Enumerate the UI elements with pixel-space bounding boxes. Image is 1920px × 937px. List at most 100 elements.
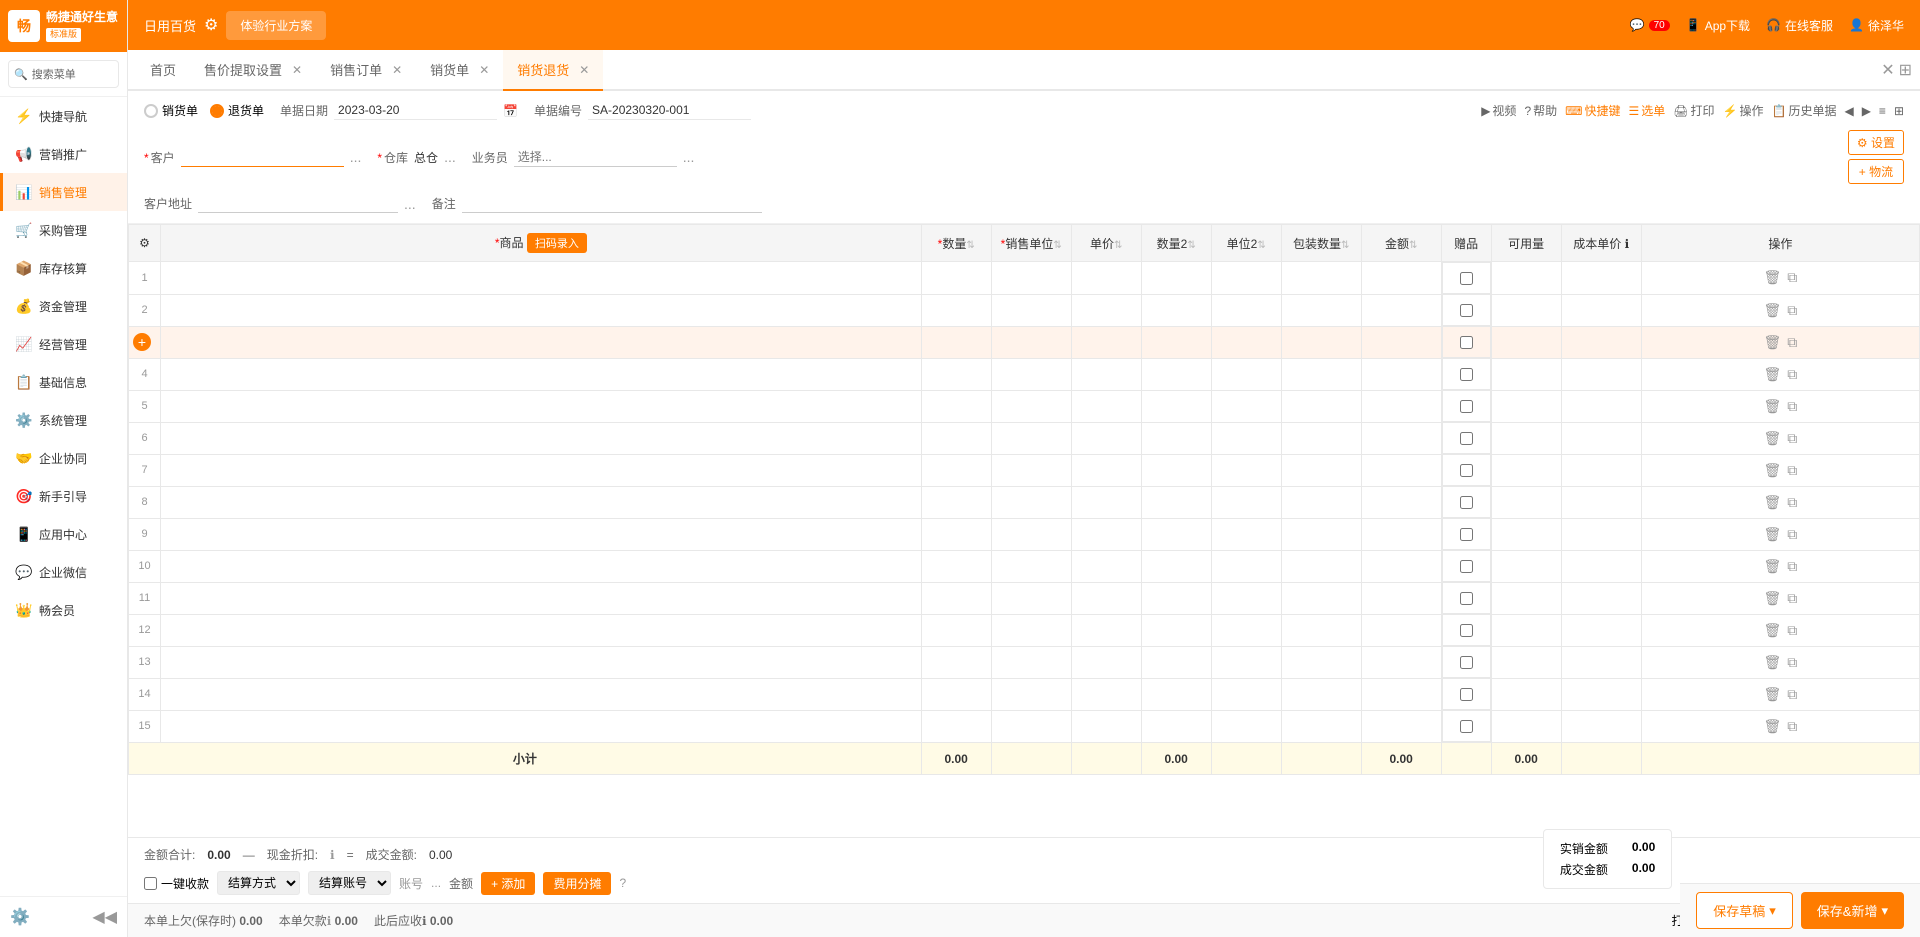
gift-checkbox-8[interactable] [1460, 496, 1473, 509]
delete-row-icon-9[interactable]: 🗑 [1763, 526, 1781, 543]
delete-row-icon-10[interactable]: 🗑 [1763, 558, 1781, 575]
sidebar-item-sales[interactable]: 📊 销售管理 [0, 173, 127, 211]
th-unit2[interactable]: 单位2⇅ [1211, 225, 1281, 262]
add-row-button[interactable]: + [133, 333, 151, 351]
gift-checkbox-14[interactable] [1460, 688, 1473, 701]
delete-row-icon-2[interactable]: 🗑 [1763, 302, 1781, 319]
sidebar-item-basic[interactable]: 📋 基础信息 [0, 363, 127, 401]
next-btn[interactable]: ▶ [1862, 104, 1871, 118]
sidebar-item-enterprise[interactable]: 🤝 企业协同 [0, 439, 127, 477]
save-draft-button[interactable]: 保存草稿 ▾ [1696, 892, 1793, 929]
search-menu-button[interactable]: 🔍 搜索菜单 [8, 60, 119, 88]
gift-checkbox-12[interactable] [1460, 624, 1473, 637]
copy-row-icon-9[interactable]: ⧉ [1787, 526, 1797, 543]
gift-checkbox-15[interactable] [1460, 720, 1473, 733]
delete-row-icon-13[interactable]: 🗑 [1763, 654, 1781, 671]
th-quantity[interactable]: *数量⇅ [921, 225, 991, 262]
sidebar-item-inventory[interactable]: 📦 库存核算 [0, 249, 127, 287]
customer-select-icon[interactable]: ... [350, 149, 362, 165]
warehouse-select-icon[interactable]: ... [444, 149, 456, 165]
operate-btn[interactable]: ⚡ 操作 [1723, 102, 1764, 119]
delete-row-icon-12[interactable]: 🗑 [1763, 622, 1781, 639]
sidebar-settings-button[interactable]: ⚙️ [10, 907, 30, 927]
select-btn[interactable]: ☰ 选单 [1628, 102, 1665, 119]
settings-panel-btn[interactable]: ⚙ 设置 [1848, 130, 1904, 155]
sidebar-item-shortcut[interactable]: ⚡ 快捷导航 [0, 97, 127, 135]
gift-checkbox-6[interactable] [1460, 432, 1473, 445]
grid-view-btn[interactable]: ⊞ [1894, 104, 1904, 118]
copy-row-icon-8[interactable]: ⧉ [1787, 494, 1797, 511]
video-btn[interactable]: ▶ 视频 [1481, 102, 1516, 119]
gift-checkbox-10[interactable] [1460, 560, 1473, 573]
th-gear[interactable]: ⚙ [129, 225, 161, 262]
gift-checkbox-11[interactable] [1460, 592, 1473, 605]
copy-row-icon-4[interactable]: ⧉ [1787, 366, 1797, 383]
delete-row-icon-3[interactable]: 🗑 [1763, 334, 1781, 351]
customer-input[interactable] [181, 148, 344, 167]
tab-sales-return[interactable]: 销货退货 ✕ [503, 50, 603, 91]
delete-row-icon-14[interactable]: 🗑 [1763, 686, 1781, 703]
gift-checkbox-5[interactable] [1460, 400, 1473, 413]
product-input-row3[interactable] [165, 335, 917, 349]
salesperson-input[interactable] [514, 148, 677, 167]
address-select-icon[interactable]: ... [404, 196, 416, 212]
sidebar-collapse-button[interactable]: ◀◀ [92, 907, 117, 927]
copy-row-icon-11[interactable]: ⧉ [1787, 590, 1797, 607]
gift-checkbox-9[interactable] [1460, 528, 1473, 541]
user-profile-item[interactable]: 👤 徐泽华 [1849, 17, 1904, 34]
add-payment-button[interactable]: + 添加 [481, 872, 535, 895]
accounting-method-select[interactable]: 结算账号 [308, 871, 391, 895]
sidebar-item-wechat[interactable]: 💬 企业微信 [0, 553, 127, 591]
delete-row-icon-4[interactable]: 🗑 [1763, 366, 1781, 383]
copy-row-icon-12[interactable]: ⧉ [1787, 622, 1797, 639]
list-view-btn[interactable]: ≡ [1879, 104, 1886, 118]
sidebar-item-member[interactable]: 👑 畅会员 [0, 591, 127, 629]
delete-row-icon-11[interactable]: 🗑 [1763, 590, 1781, 607]
tab-home[interactable]: 首页 [136, 50, 190, 91]
onepay-checkbox-label[interactable]: 一键收款 [144, 875, 209, 892]
sidebar-item-app[interactable]: 📱 应用中心 [0, 515, 127, 553]
delete-row-icon-15[interactable]: 🗑 [1763, 718, 1781, 735]
copy-row-icon-7[interactable]: ⧉ [1787, 462, 1797, 479]
gift-checkbox-3[interactable] [1460, 336, 1473, 349]
prev-btn[interactable]: ◀ [1844, 104, 1853, 118]
gift-checkbox-7[interactable] [1460, 464, 1473, 477]
tab-expand-button[interactable]: ⊞ [1899, 60, 1912, 80]
print-btn-toolbar[interactable]: 🖨 打印 [1673, 102, 1714, 119]
history-btn[interactable]: 📋 历史单据 [1771, 102, 1836, 119]
tab-close-price-setting[interactable]: ✕ [292, 63, 302, 77]
salesperson-select-icon[interactable]: ... [683, 149, 695, 165]
sidebar-item-guide[interactable]: 🎯 新手引导 [0, 477, 127, 515]
copy-row-icon-13[interactable]: ⧉ [1787, 654, 1797, 671]
th-sales-unit[interactable]: *销售单位⇅ [991, 225, 1071, 262]
sidebar-item-operation[interactable]: 📈 经营管理 [0, 325, 127, 363]
help-btn[interactable]: ? 帮助 [1524, 102, 1557, 119]
copy-row-icon-3[interactable]: ⧉ [1787, 334, 1797, 351]
copy-row-icon-1[interactable]: ⧉ [1787, 269, 1797, 286]
number-input[interactable] [588, 101, 751, 120]
th-unit-price[interactable]: 单价⇅ [1071, 225, 1141, 262]
experience-btn[interactable]: 体验行业方案 [226, 11, 326, 40]
tab-close-all-button[interactable]: ✕ [1881, 60, 1894, 80]
th-amount[interactable]: 金额⇅ [1361, 225, 1441, 262]
sidebar-item-system[interactable]: ⚙️ 系统管理 [0, 401, 127, 439]
settlement-method-select[interactable]: 结算方式 [217, 871, 300, 895]
sidebar-item-finance[interactable]: 💰 资金管理 [0, 287, 127, 325]
th-package-qty[interactable]: 包装数量⇅ [1281, 225, 1361, 262]
copy-row-icon-15[interactable]: ⧉ [1787, 718, 1797, 735]
tab-sales-delivery[interactable]: 销货单 ✕ [416, 50, 503, 91]
delete-row-icon-8[interactable]: 🗑 [1763, 494, 1781, 511]
delete-row-icon-1[interactable]: 🗑 [1763, 269, 1781, 286]
sidebar-item-marketing[interactable]: 📢 营销推广 [0, 135, 127, 173]
notification-item[interactable]: 💬 70 [1630, 18, 1670, 32]
gift-checkbox-1[interactable] [1460, 272, 1473, 285]
fee-split-button[interactable]: 费用分摊 [543, 872, 611, 895]
app-download-item[interactable]: 📱 App下载 [1686, 17, 1750, 34]
gift-checkbox-4[interactable] [1460, 368, 1473, 381]
gift-checkbox-13[interactable] [1460, 656, 1473, 669]
tab-close-sales-delivery[interactable]: ✕ [479, 63, 489, 77]
tab-sales-order[interactable]: 销售订单 ✕ [316, 50, 416, 91]
gift-checkbox-2[interactable] [1460, 304, 1473, 317]
copy-row-icon-14[interactable]: ⧉ [1787, 686, 1797, 703]
remark-input[interactable] [462, 194, 762, 213]
